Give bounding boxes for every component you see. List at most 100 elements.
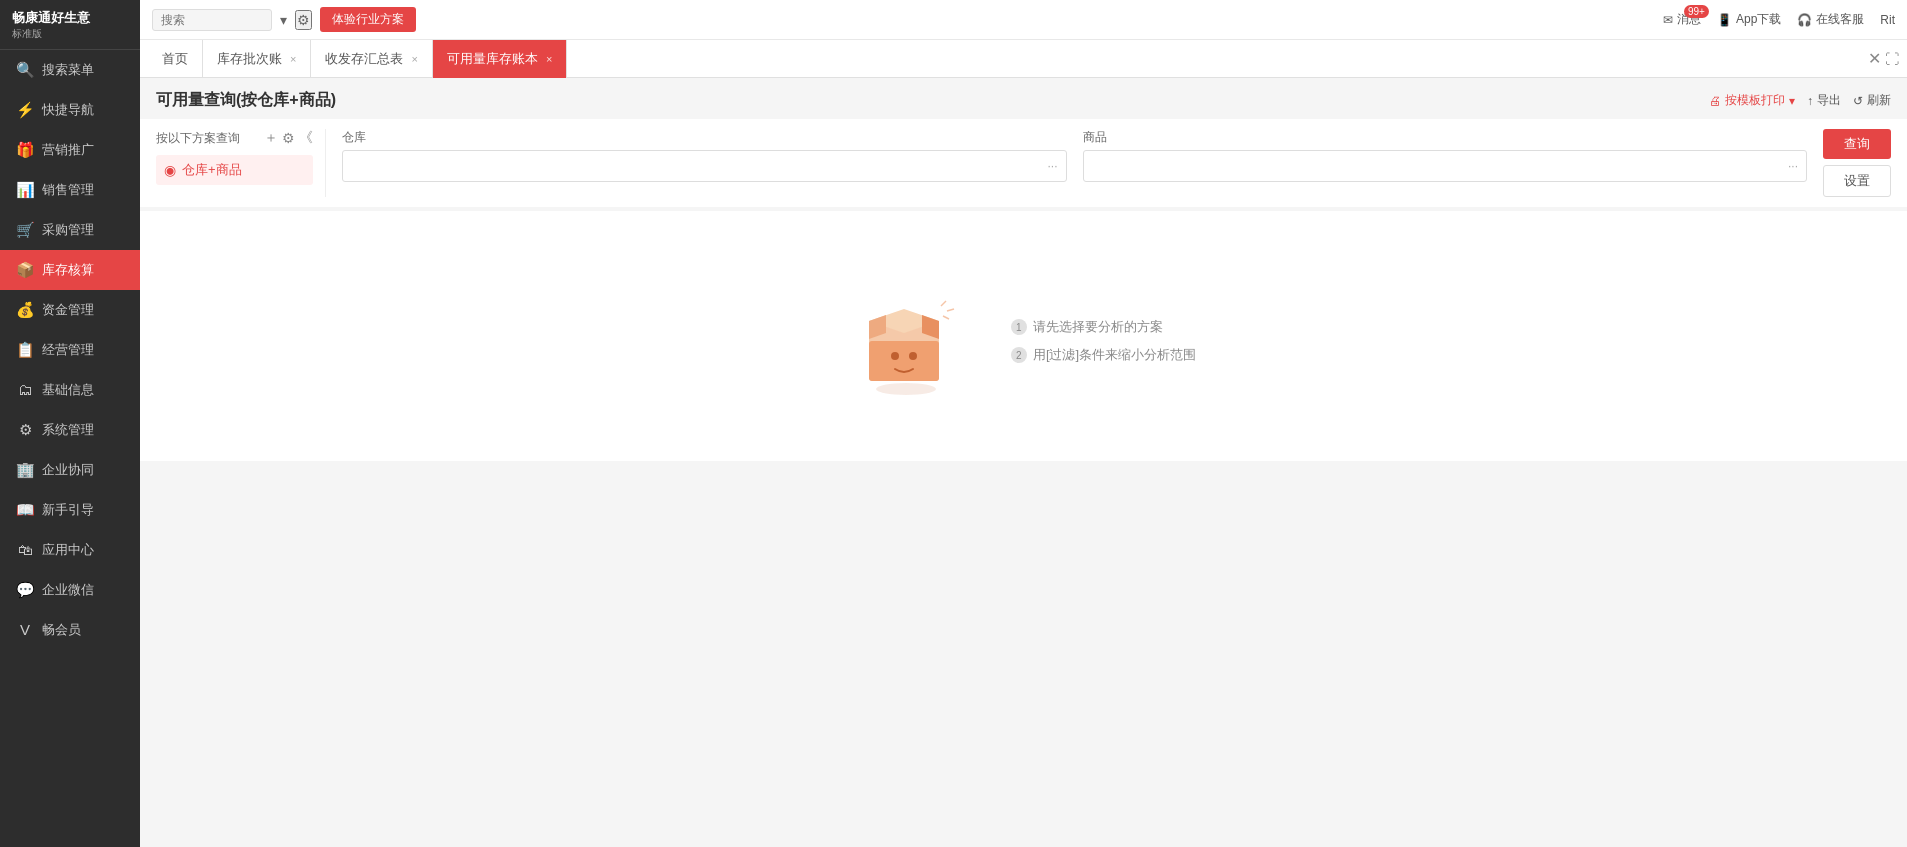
warehouse-more-icon[interactable]: ··· (1047, 159, 1057, 173)
scheme-item-warehouse-goods[interactable]: ◉ 仓库+商品 (156, 155, 313, 185)
purchase-icon: 🛒 (16, 221, 34, 239)
tab-close-batch-ledger[interactable]: × (290, 53, 296, 65)
sidebar-label-system: 系统管理 (42, 421, 94, 439)
svg-line-9 (947, 309, 954, 311)
dropdown-btn[interactable]: ▾ (280, 12, 287, 28)
query-scheme: 按以下方案查询 ＋ ⚙ 《 ◉ 仓库+商品 (156, 129, 326, 197)
message-icon: ✉ (1663, 13, 1673, 27)
marketing-icon: 🎁 (16, 141, 34, 159)
tab-receive-summary[interactable]: 收发存汇总表× (311, 40, 432, 78)
refresh-icon: ↺ (1853, 94, 1863, 108)
sidebar-label-member: 畅会员 (42, 621, 81, 639)
sidebar-item-sales[interactable]: 📊 销售管理 (0, 170, 140, 210)
svg-rect-2 (869, 341, 939, 381)
refresh-btn[interactable]: ↺ 刷新 (1853, 92, 1891, 109)
sidebar-label-operations: 经营管理 (42, 341, 94, 359)
app-name: 畅康通好生意 (12, 10, 128, 27)
wechat-icon: 💬 (16, 581, 34, 599)
collapse-scheme-btn[interactable]: 《 (299, 129, 313, 147)
sidebar-label-finance: 资金管理 (42, 301, 94, 319)
sidebar-label-purchase: 采购管理 (42, 221, 94, 239)
sidebar-item-marketing[interactable]: 🎁 营销推广 (0, 130, 140, 170)
tabs-bar: 首页库存批次账×收发存汇总表×可用量库存账本× ✕ ⛶ (140, 40, 1907, 78)
sidebar-logo: 畅康通好生意 标准版 (0, 0, 140, 50)
tab-home[interactable]: 首页 (148, 40, 203, 78)
phone-icon: 📱 (1717, 13, 1732, 27)
svg-point-7 (909, 352, 917, 360)
tip-2: 2 用[过滤]条件来缩小分析范围 (1011, 346, 1196, 364)
close-tab-btn[interactable]: ✕ (1868, 49, 1881, 68)
goods-more-icon[interactable]: ··· (1788, 159, 1798, 173)
page-header: 可用量查询(按仓库+商品) 🖨 按模板打印 ▾ ↑ 导出 ↺ 刷新 (140, 78, 1907, 119)
sidebar-label-inventory: 库存核算 (42, 261, 94, 279)
fullscreen-btn[interactable]: ⛶ (1885, 51, 1899, 67)
message-link[interactable]: ✉ 消息 99+ (1663, 11, 1701, 28)
warehouse-field: 仓库 ··· (342, 129, 1067, 182)
tab-available-ledger[interactable]: 可用量库存账本× (433, 40, 567, 78)
sidebar-scroll: 🔍 搜索菜单 ⚡ 快捷导航 🎁 营销推广 📊 销售管理 🛒 采购管理 📦 库存核… (0, 50, 140, 847)
edit-scheme-btn[interactable]: ⚙ (282, 130, 295, 146)
warehouse-label: 仓库 (342, 129, 1067, 146)
add-scheme-btn[interactable]: ＋ (264, 129, 278, 147)
sidebar-item-member[interactable]: V 畅会员 (0, 610, 140, 650)
tab-label-home: 首页 (162, 50, 188, 68)
topbar: ▾ ⚙ 体验行业方案 ✉ 消息 99+ 📱 App下载 🎧 在线客服 Rit (140, 0, 1907, 40)
sidebar-item-enterprise[interactable]: 🏢 企业协同 (0, 450, 140, 490)
print-dropdown-icon[interactable]: ▾ (1789, 94, 1795, 108)
tip-text-1: 请先选择要分析的方案 (1033, 318, 1163, 336)
message-badge: 99+ (1684, 5, 1709, 18)
svg-point-0 (876, 383, 936, 395)
sidebar-item-basic[interactable]: 🗂 基础信息 (0, 370, 140, 410)
svg-point-6 (891, 352, 899, 360)
sidebar-item-operations[interactable]: 📋 经营管理 (0, 330, 140, 370)
sidebar-item-system[interactable]: ⚙ 系统管理 (0, 410, 140, 450)
sidebar-label-sales: 销售管理 (42, 181, 94, 199)
sidebar-item-inventory[interactable]: 📦 库存核算 (0, 250, 140, 290)
print-label: 按模板打印 (1725, 92, 1785, 109)
export-icon: ↑ (1807, 94, 1813, 108)
sidebar-item-finance[interactable]: 💰 资金管理 (0, 290, 140, 330)
search-input[interactable] (152, 9, 272, 31)
sidebar-label-basic: 基础信息 (42, 381, 94, 399)
print-btn[interactable]: 🖨 按模板打印 ▾ (1709, 92, 1795, 109)
tab-batch-ledger[interactable]: 库存批次账 × (203, 40, 311, 78)
sidebar-item-search[interactable]: 🔍 搜索菜单 (0, 50, 140, 90)
svg-line-10 (943, 316, 949, 319)
online-service-link[interactable]: 🎧 在线客服 (1797, 11, 1864, 28)
settings-btn[interactable]: 设置 (1823, 165, 1891, 197)
empty-content: 1 请先选择要分析的方案 2 用[过滤]条件来缩小分析范围 (851, 291, 1196, 401)
headset-icon: 🎧 (1797, 13, 1812, 27)
sales-icon: 📊 (16, 181, 34, 199)
sidebar-item-purchase[interactable]: 🛒 采购管理 (0, 210, 140, 250)
appstore-icon: 🛍 (16, 541, 34, 558)
print-icon: 🖨 (1709, 94, 1721, 108)
sidebar-label-marketing: 营销推广 (42, 141, 94, 159)
sidebar-item-wechat[interactable]: 💬 企业微信 (0, 570, 140, 610)
tab-close-receive-summary[interactable]: × (411, 53, 417, 65)
sidebar: 畅康通好生意 标准版 🔍 搜索菜单 ⚡ 快捷导航 🎁 营销推广 📊 销售管理 🛒… (0, 0, 140, 847)
sidebar-label-appstore: 应用中心 (42, 541, 94, 559)
app-download-link[interactable]: 📱 App下载 (1717, 11, 1781, 28)
username-display[interactable]: Rit (1880, 13, 1895, 27)
goods-label: 商品 (1083, 129, 1808, 146)
goods-field: 商品 ··· (1083, 129, 1808, 182)
scheme-icon-warehouse-goods: ◉ (164, 162, 176, 178)
settings-icon[interactable]: ⚙ (295, 10, 312, 30)
tab-label-batch-ledger: 库存批次账 (217, 50, 282, 68)
query-btn[interactable]: 查询 (1823, 129, 1891, 159)
trial-btn[interactable]: 体验行业方案 (320, 7, 416, 32)
sidebar-item-newbie[interactable]: 📖 新手引导 (0, 490, 140, 530)
tab-close-available-ledger[interactable]: × (546, 53, 552, 65)
sidebar-item-shortcut[interactable]: ⚡ 快捷导航 (0, 90, 140, 130)
export-btn[interactable]: ↑ 导出 (1807, 92, 1841, 109)
shortcut-icon: ⚡ (16, 101, 34, 119)
query-actions: 查询 设置 (1823, 129, 1891, 197)
tip-num-2: 2 (1011, 347, 1027, 363)
topbar-right: ✉ 消息 99+ 📱 App下载 🎧 在线客服 Rit (1663, 11, 1895, 28)
goods-input[interactable]: ··· (1083, 150, 1808, 182)
basic-icon: 🗂 (16, 381, 34, 398)
main-area: ▾ ⚙ 体验行业方案 ✉ 消息 99+ 📱 App下载 🎧 在线客服 Rit 首… (140, 0, 1907, 847)
sidebar-item-appstore[interactable]: 🛍 应用中心 (0, 530, 140, 570)
sidebar-label-newbie: 新手引导 (42, 501, 94, 519)
warehouse-input[interactable]: ··· (342, 150, 1067, 182)
